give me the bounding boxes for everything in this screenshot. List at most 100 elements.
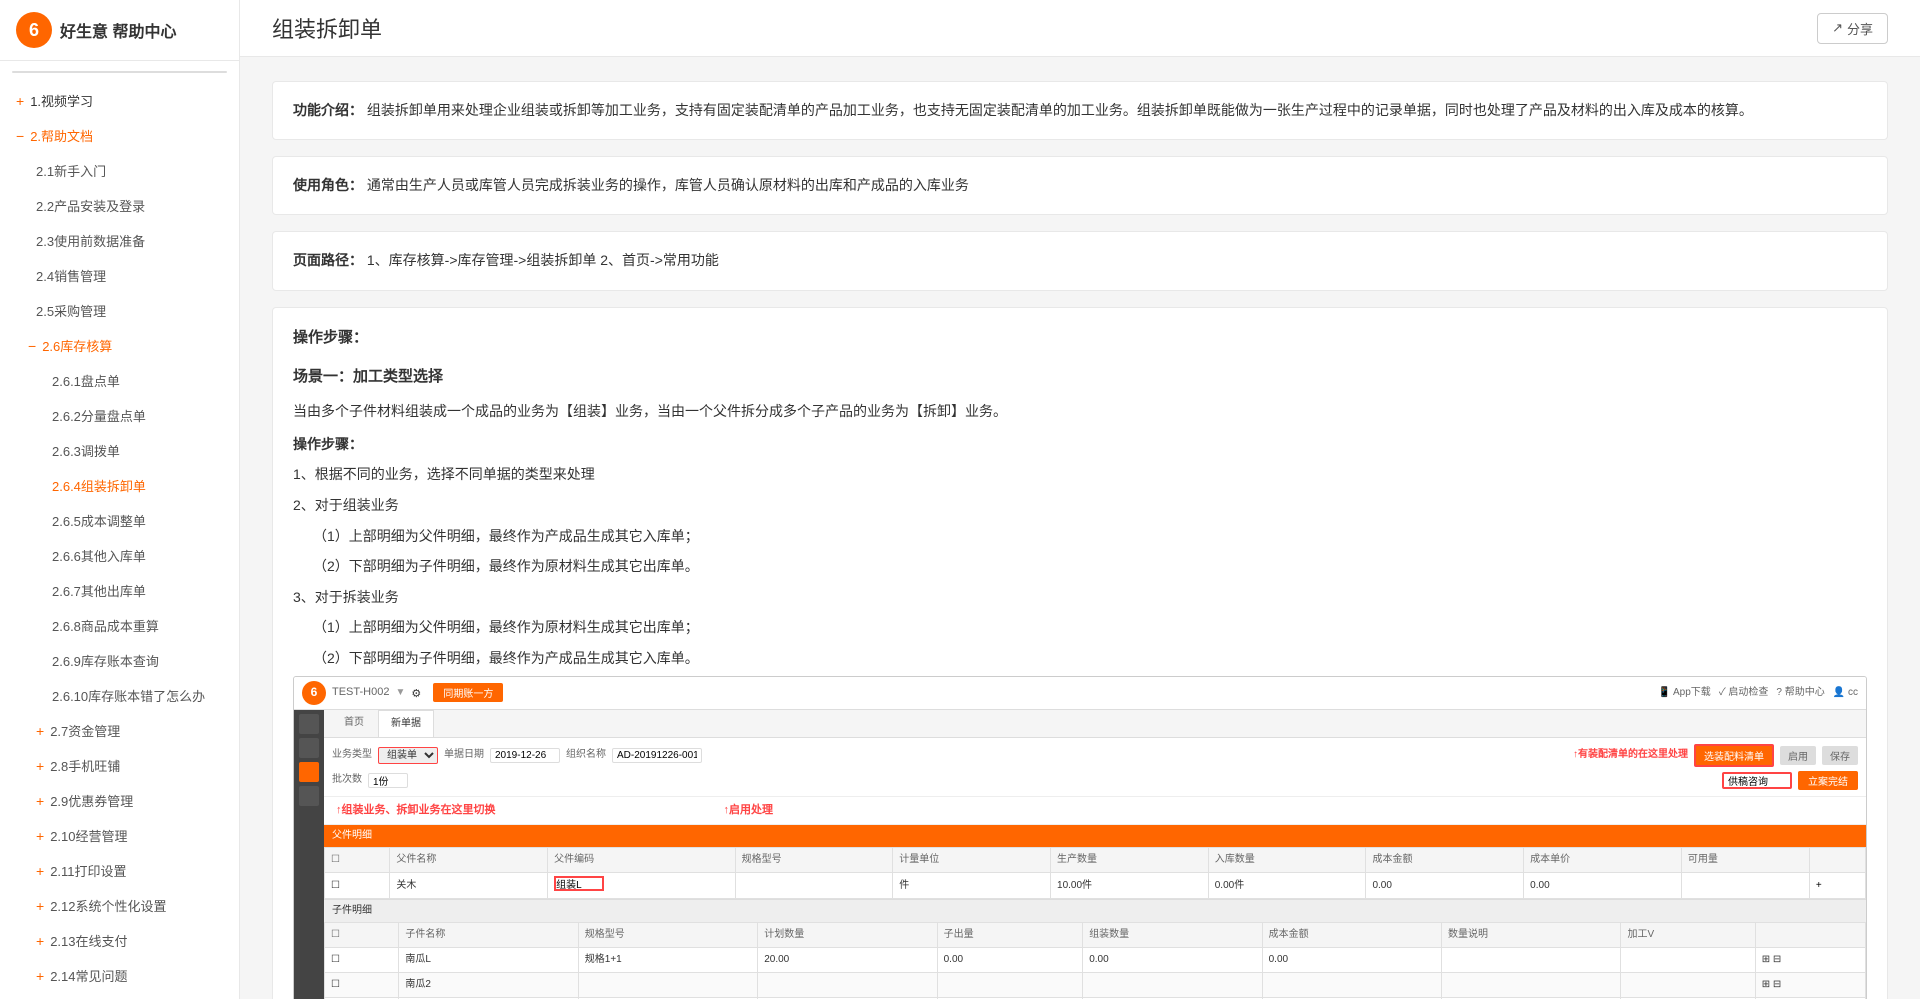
sidebar-item-sales[interactable]: 2.4销售管理 — [0, 258, 239, 293]
sidebar: 6 好生意 帮助中心 🔍 + 1.视频学习 − 2.帮助文档 2.1新手入门 2… — [0, 0, 240, 999]
table-row: ☐ 南瓜L 规格1+1 20.00 0.00 0.00 0.00 — [325, 948, 1866, 973]
sidebar-item-label: 2.帮助文档 — [30, 126, 93, 145]
step2-sub1: （1）上部明细为父件明细，最终作为产成品生成其它入库单； — [313, 523, 1867, 550]
app-parent-table-head: ☐ 父件名称 父件编码 规格型号 计量单位 生产数量 入库数量 成本金额 — [325, 848, 1866, 873]
sidebar-item-coupon[interactable]: + 2.9优惠券管理 — [0, 783, 239, 818]
app-logo: 6 — [302, 681, 326, 705]
sidebar-item-help-docs[interactable]: − 2.帮助文档 — [0, 118, 239, 153]
minus-icon: − — [16, 128, 24, 144]
cell-cost-amt: 0.00 — [1366, 873, 1524, 899]
col-cost-amt: 成本金额 — [1366, 848, 1524, 873]
app-tabbar: 首页 新单据 — [324, 710, 1866, 738]
annotation-enable: ↑启用处理 — [720, 799, 778, 823]
annotation-bom: ↑有装配清单的在这里处理 — [1573, 746, 1688, 764]
app-btn-confirm[interactable]: 立案完结 — [1798, 771, 1858, 790]
sidebar-item-ledger-error[interactable]: 2.6.10库存账本错了怎么办 — [0, 678, 239, 713]
content-area: 功能介绍： 组装拆卸单用来处理企业组装或拆卸等加工业务，支持有固定装配清单的产品… — [240, 57, 1920, 999]
sidebar-item-newbie[interactable]: 2.1新手入门 — [0, 153, 239, 188]
col-parent-name: 父件名称 — [390, 848, 548, 873]
col-parent-code: 父件编码 — [548, 848, 735, 873]
sidebar-item-operations[interactable]: + 2.10经营管理 — [0, 818, 239, 853]
sidebar-item-other-out[interactable]: 2.6.7其他出库单 — [0, 573, 239, 608]
sidebar-item-faq[interactable]: + 2.14常见问题 — [0, 958, 239, 993]
app-tab-new[interactable]: 新单据 — [378, 710, 434, 737]
share-button[interactable]: ↗ 分享 — [1817, 13, 1888, 44]
main-header: 组装拆卸单 ↗ 分享 — [240, 0, 1920, 57]
app-nav-icon3 — [299, 762, 319, 782]
cell-code-input[interactable] — [554, 876, 604, 891]
col-ops2 — [1755, 923, 1865, 948]
app-parent-section-header: 父件明细 — [324, 825, 1866, 847]
row-icons2: ⊞ ⊟ — [1762, 979, 1782, 990]
sidebar-item-cost-adjust[interactable]: 2.6.5成本调整单 — [0, 503, 239, 538]
sidebar-item-purchase[interactable]: 2.5采购管理 — [0, 293, 239, 328]
table-row: ☐ 南瓜2 — [325, 973, 1866, 998]
app-form-row2: 批次数 立案完结 — [332, 771, 1858, 790]
search-input[interactable] — [13, 71, 205, 73]
app-child-table-body: ☐ 南瓜L 规格1+1 20.00 0.00 0.00 0.00 — [325, 948, 1866, 999]
search-button[interactable]: 🔍 — [205, 71, 227, 73]
sidebar-item-finance[interactable]: + 2.7资金管理 — [0, 713, 239, 748]
col-process: 加工V — [1621, 923, 1755, 948]
app-field-supplier[interactable] — [1722, 772, 1792, 789]
sidebar-item-inventory[interactable]: − 2.6库存核算 — [0, 328, 239, 363]
step3-sub2: （2）下部明细为子件明细，最终作为产成品生成其它入库单。 — [313, 645, 1867, 672]
app-field-qty[interactable] — [368, 773, 408, 788]
sidebar-item-other-in[interactable]: 2.6.6其他入库单 — [0, 538, 239, 573]
app-field-type[interactable]: 组装单 拆卸单 — [378, 747, 438, 764]
sidebar-item-mobile[interactable]: + 2.8手机旺铺 — [0, 748, 239, 783]
app-btn-save[interactable]: 保存 — [1822, 746, 1858, 765]
sidebar-item-personalize[interactable]: + 2.12系统个性化设置 — [0, 888, 239, 923]
app-btn-bom[interactable]: 选装配料清单 — [1694, 744, 1774, 767]
cell-prod-qty: 10.00件 — [1051, 873, 1209, 899]
app-field-org-label: 组织名称 — [566, 746, 606, 764]
app-download: 📱 App下载 — [1658, 684, 1710, 702]
sidebar-item-payment[interactable]: + 2.13在线支付 — [0, 923, 239, 958]
sidebar-nav: + 1.视频学习 − 2.帮助文档 2.1新手入门 2.2产品安装及登录 2.3… — [0, 83, 239, 999]
screenshot-wrapper: 6 TEST-H002 ▼ ⚙ 同期账一方 📱 App下载 ✓ 启动检查 ? 帮… — [293, 676, 1867, 999]
steps-title: 操作步骤： — [293, 324, 1867, 351]
app-field-qty-label: 批次数 — [332, 771, 362, 789]
sidebar-item-ledger-query[interactable]: 2.6.9库存账本查询 — [0, 643, 239, 678]
app-field-date[interactable] — [490, 748, 560, 763]
sidebar-item-video[interactable]: + 1.视频学习 — [0, 83, 239, 118]
app-screenshot: 6 TEST-H002 ▼ ⚙ 同期账一方 📱 App下载 ✓ 启动检查 ? 帮… — [293, 676, 1867, 999]
search-bar[interactable]: 🔍 — [12, 71, 227, 73]
cell-parent-code — [548, 873, 735, 899]
app-child-table-wrapper: ☐ 子件名称 规格型号 计划数量 子出量 组装数量 成本金额 数量说明 — [324, 922, 1866, 999]
logo-icon: 6 — [16, 12, 52, 48]
sidebar-item-assemble[interactable]: 2.6.4组装拆卸单 — [0, 468, 239, 503]
col-cost-unit: 成本单价 — [1524, 848, 1682, 873]
sidebar-item-partial-stocktake[interactable]: 2.6.2分量盘点单 — [0, 398, 239, 433]
app-tab-home[interactable]: 首页 — [332, 710, 376, 736]
app-btn-action[interactable]: 启用 — [1780, 746, 1816, 765]
sidebar-item-install[interactable]: 2.2产品安装及登录 — [0, 188, 239, 223]
app-body: 首页 新单据 业务类型 组装单 拆卸单 — [294, 710, 1866, 999]
sidebar-item-cost-recalc[interactable]: 2.6.8商品成本重算 — [0, 608, 239, 643]
sidebar-item-prepare[interactable]: 2.3使用前数据准备 — [0, 223, 239, 258]
cell-check: ☐ — [325, 873, 390, 899]
sidebar-item-print[interactable]: + 2.11打印设置 — [0, 853, 239, 888]
cell-avail — [1681, 873, 1809, 899]
sidebar-leaf-label: 2.1新手入门 — [36, 161, 106, 180]
sidebar-item-cases[interactable]: + 2.15操作案例 — [0, 993, 239, 999]
sidebar-item-stocktake[interactable]: 2.6.1盘点单 — [0, 363, 239, 398]
cell-unit: 件 — [893, 873, 1051, 899]
app-nav-icon1 — [299, 714, 319, 734]
step3-sub1: （1）上部明细为父件明细，最终作为原材料生成其它出库单； — [313, 614, 1867, 641]
cell-add-btn[interactable]: + — [1816, 880, 1822, 891]
search-icon: 🔍 — [213, 71, 227, 73]
app-sync-button[interactable]: 同期账一方 — [433, 683, 503, 702]
intro-label: 功能介绍： — [293, 102, 363, 118]
app-parent-table-wrapper: ☐ 父件名称 父件编码 规格型号 计量单位 生产数量 入库数量 成本金额 — [324, 847, 1866, 899]
role-label: 使用角色： — [293, 177, 363, 193]
ops-label: 操作步骤： — [293, 432, 1867, 457]
app-topbar: 6 TEST-H002 ▼ ⚙ 同期账一方 📱 App下载 ✓ 启动检查 ? 帮… — [294, 677, 1866, 710]
cell-cost-unit: 0.00 — [1524, 873, 1682, 899]
sidebar-item-transfer[interactable]: 2.6.3调拨单 — [0, 433, 239, 468]
app-user: 👤 cc — [1833, 684, 1858, 702]
path-text: 1、库存核算->库存管理->组装拆卸单 2、首页->常用功能 — [367, 252, 719, 268]
app-field-org[interactable] — [612, 748, 702, 763]
col-child-spec1: 规格型号 — [578, 923, 757, 948]
row-icons: ⊞ ⊟ — [1762, 954, 1782, 965]
